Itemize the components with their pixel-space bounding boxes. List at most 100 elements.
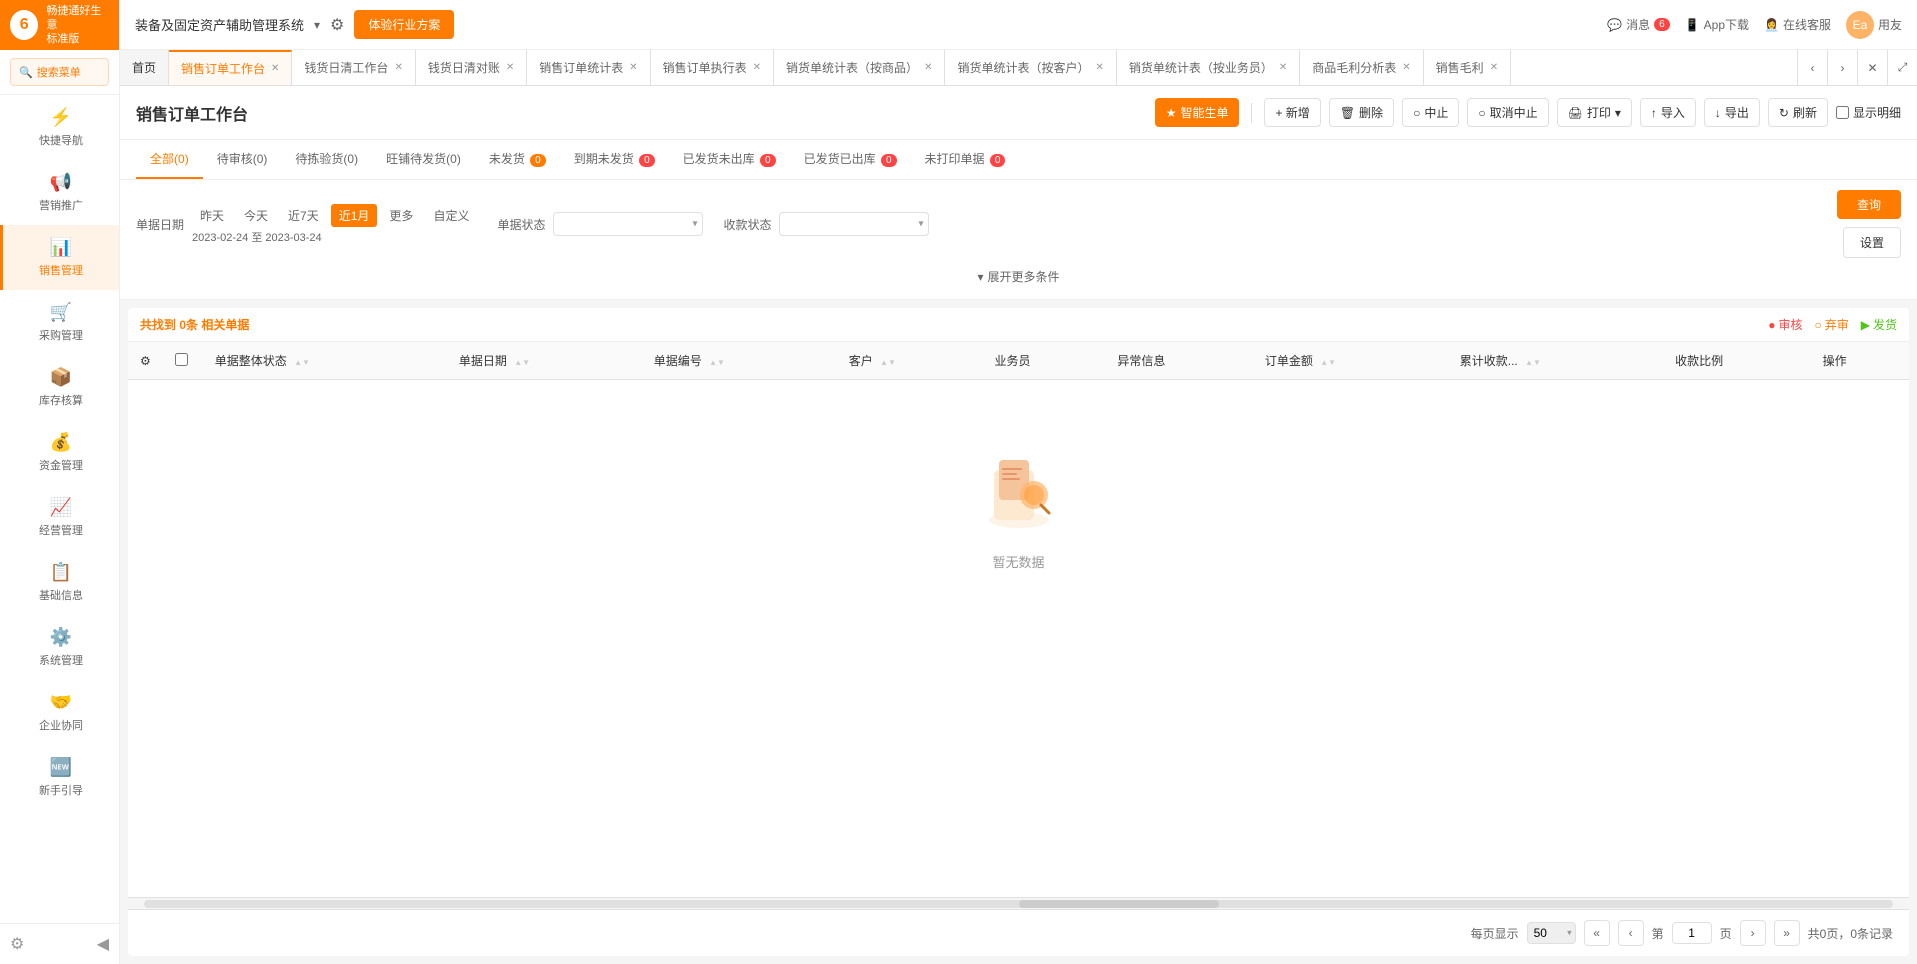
tab-close-sales-order-stats[interactable]: ✕ xyxy=(629,62,637,73)
tab-cash-daily[interactable]: 钱货日清工作台 ✕ xyxy=(292,50,415,86)
query-button[interactable]: 查询 xyxy=(1837,190,1901,219)
tab-sales-order-workbench[interactable]: 销售订单工作台 ✕ xyxy=(169,50,292,86)
last-page-button[interactable]: » xyxy=(1774,920,1800,946)
user-menu-button[interactable]: Ea 用友 xyxy=(1846,11,1902,39)
tab-sales-order-stats[interactable]: 销售订单统计表 ✕ xyxy=(527,50,650,86)
date-opt-1month[interactable]: 近1月 xyxy=(331,204,378,227)
review-action[interactable]: ● 审核 xyxy=(1768,316,1802,333)
smart-create-button[interactable]: ★ 智能生单 xyxy=(1155,98,1240,127)
filter-tab-not-shipped[interactable]: 未发货 0 xyxy=(475,140,560,179)
customer-sort-icon[interactable]: ▲▼ xyxy=(880,358,896,367)
tab-sales-order-exec[interactable]: 销售订单执行表 ✕ xyxy=(651,50,774,86)
sidebar-item-guide[interactable]: 🆕 新手引导 xyxy=(0,745,119,810)
tab-close-cash-reconcile[interactable]: ✕ xyxy=(506,62,514,73)
filter-tab-pending-review[interactable]: 待审核(0) xyxy=(203,140,282,179)
status-select[interactable] xyxy=(553,212,703,236)
tab-close-sales-order-exec[interactable]: ✕ xyxy=(753,62,761,73)
status-sort-icon[interactable]: ▲▼ xyxy=(294,358,310,367)
collapse-sidebar-icon[interactable]: ◀ xyxy=(97,934,109,954)
filter-tab-not-printed[interactable]: 未打印单据 0 xyxy=(911,140,1020,179)
page-number-input[interactable]: 1 xyxy=(1672,922,1712,944)
expand-conditions-button[interactable]: ▾ 展开更多条件 xyxy=(967,264,1069,289)
amount-sort-icon[interactable]: ▲▼ xyxy=(1320,358,1336,367)
tab-sales-stats-customer[interactable]: 销货单统计表（按客户） ✕ xyxy=(945,50,1116,86)
set-button[interactable]: 设置 xyxy=(1843,227,1901,258)
cancel-review-action[interactable]: ○ 弃审 xyxy=(1814,316,1848,333)
tab-scroll-right[interactable]: › xyxy=(1827,50,1857,86)
tab-close-sales-stats-product[interactable]: ✕ xyxy=(924,62,932,73)
app-download-button[interactable]: 📱 App下载 xyxy=(1685,16,1749,33)
tab-close-cash-daily[interactable]: ✕ xyxy=(394,62,402,73)
sidebar-item-operations[interactable]: 📈 经营管理 xyxy=(0,485,119,550)
sidebar-label-inventory: 库存核算 xyxy=(39,392,83,408)
tab-sales-stats-staff[interactable]: 销货单统计表（按业务员） ✕ xyxy=(1117,50,1300,86)
tab-label-cash-daily: 钱货日清工作台 xyxy=(304,59,388,76)
date-sort-icon[interactable]: ▲▼ xyxy=(514,358,530,367)
message-button[interactable]: 💬 消息 6 xyxy=(1607,16,1670,33)
date-opt-custom[interactable]: 自定义 xyxy=(425,204,477,227)
trial-button[interactable]: 体验行业方案 xyxy=(354,10,454,39)
tab-maximize[interactable]: ⤢ xyxy=(1887,50,1917,86)
date-opt-yesterday[interactable]: 昨天 xyxy=(192,204,232,227)
next-page-button[interactable]: › xyxy=(1740,920,1766,946)
sidebar-item-base[interactable]: 📋 基础信息 xyxy=(0,550,119,615)
add-button[interactable]: + 新增 xyxy=(1264,98,1320,127)
prev-page-button[interactable]: ‹ xyxy=(1618,920,1644,946)
filter-tab-wangpu[interactable]: 旺铺待发货(0) xyxy=(372,140,475,179)
tab-product-profit[interactable]: 商品毛利分析表 ✕ xyxy=(1300,50,1423,86)
scrollbar-thumb[interactable] xyxy=(1019,900,1219,908)
system-dropdown-button[interactable]: ▾ xyxy=(314,18,320,32)
online-service-button[interactable]: 👩‍💼 在线客服 xyxy=(1764,16,1831,33)
sidebar-item-sales[interactable]: 📊 销售管理 xyxy=(0,225,119,290)
cancel-stop-button[interactable]: ○ 取消中止 xyxy=(1467,98,1548,127)
print-button[interactable]: 🖨 打印 ▾ xyxy=(1557,98,1632,127)
sidebar-item-system[interactable]: ⚙️ 系统管理 xyxy=(0,615,119,680)
filter-tab-shipped-not-out[interactable]: 已发货未出库 0 xyxy=(669,140,790,179)
tab-cash-reconcile[interactable]: 钱货日清对账 ✕ xyxy=(416,50,527,86)
tab-close-sales-workbench[interactable]: ✕ xyxy=(271,63,279,74)
first-page-button[interactable]: « xyxy=(1584,920,1610,946)
filter-tab-overdue[interactable]: 到期未发货 0 xyxy=(560,140,669,179)
filter-tab-shipped-out[interactable]: 已发货已出库 0 xyxy=(790,140,911,179)
page-header: 销售订单工作台 ★ 智能生单 + 新增 🗑 删除 ○ 中止 xyxy=(120,86,1917,140)
tab-home[interactable]: 首页 xyxy=(120,50,169,86)
filter-tab-all[interactable]: 全部(0) xyxy=(136,140,203,179)
date-opt-today[interactable]: 今天 xyxy=(236,204,276,227)
column-settings-icon[interactable]: ⚙ xyxy=(140,354,151,368)
search-menu-button[interactable]: 🔍 搜索菜单 xyxy=(10,58,109,86)
sidebar-item-finance[interactable]: 💰 资金管理 xyxy=(0,420,119,485)
date-opt-7days[interactable]: 近7天 xyxy=(280,204,327,227)
filter-tab-pending-inspect[interactable]: 待拣验货(0) xyxy=(281,140,372,179)
tab-close-sales-profit[interactable]: ✕ xyxy=(1490,62,1498,73)
received-sort-icon[interactable]: ▲▼ xyxy=(1525,358,1541,367)
payment-select[interactable] xyxy=(779,212,929,236)
date-opt-more[interactable]: 更多 xyxy=(381,204,421,227)
page-size-select[interactable]: 20 50 100 xyxy=(1527,922,1576,944)
sidebar-item-inventory[interactable]: 📦 库存核算 xyxy=(0,355,119,420)
import-button[interactable]: ↑ 导入 xyxy=(1640,98,1696,127)
sidebar-item-quick-nav[interactable]: ⚡ 快捷导航 xyxy=(0,95,119,160)
delete-icon: 🗑 xyxy=(1340,106,1355,120)
tab-close-sales-stats-staff[interactable]: ✕ xyxy=(1279,62,1287,73)
tab-sales-profit[interactable]: 销售毛利 ✕ xyxy=(1424,50,1511,86)
tab-close-all[interactable]: ✕ xyxy=(1857,50,1887,86)
horizontal-scrollbar[interactable] xyxy=(128,897,1909,909)
tab-close-sales-stats-customer[interactable]: ✕ xyxy=(1095,62,1103,73)
ship-action[interactable]: ▶ 发货 xyxy=(1861,316,1897,333)
sidebar-item-purchase[interactable]: 🛒 采购管理 xyxy=(0,290,119,355)
show-detail-checkbox[interactable] xyxy=(1836,106,1849,119)
stop-button[interactable]: ○ 中止 xyxy=(1402,98,1459,127)
number-sort-icon[interactable]: ▲▼ xyxy=(709,358,725,367)
tab-scroll-left[interactable]: ‹ xyxy=(1797,50,1827,86)
sidebar-item-enterprise[interactable]: 🤝 企业协同 xyxy=(0,680,119,745)
refresh-button[interactable]: ↻ 刷新 xyxy=(1768,98,1828,127)
delete-button[interactable]: 🗑 删除 xyxy=(1329,98,1394,127)
settings-bottom-icon[interactable]: ⚙ xyxy=(10,934,24,954)
tab-close-product-profit[interactable]: ✕ xyxy=(1402,62,1410,73)
tab-sales-stats-product[interactable]: 销货单统计表（按商品） ✕ xyxy=(774,50,945,86)
system-settings-icon[interactable]: ⚙ xyxy=(330,15,344,35)
total-record-info: 共0页，0条记录 xyxy=(1808,925,1893,942)
sidebar-item-marketing[interactable]: 📢 营销推广 xyxy=(0,160,119,225)
export-button[interactable]: ↓ 导出 xyxy=(1704,98,1760,127)
select-all-checkbox[interactable] xyxy=(175,353,188,366)
